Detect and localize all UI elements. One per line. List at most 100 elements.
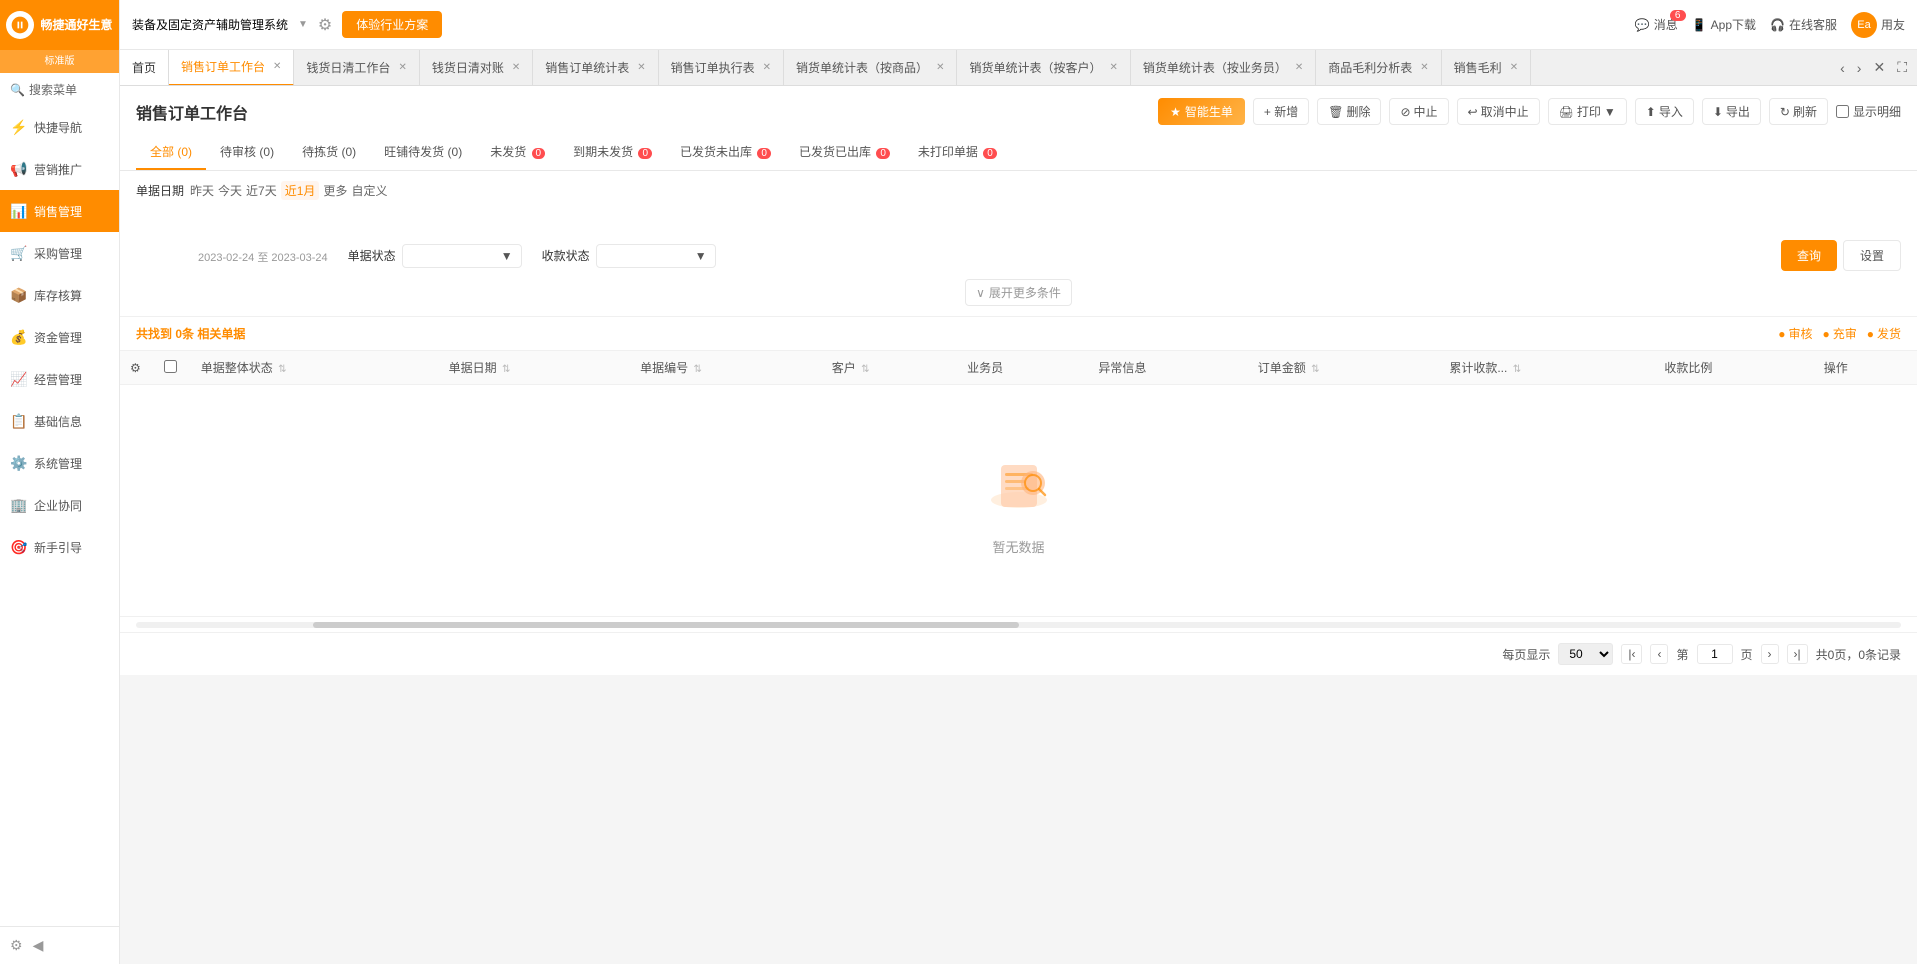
sidebar-item-quick-nav[interactable]: ⚡ 快捷导航 [0,106,119,148]
system-dropdown-icon[interactable]: ▼ [298,19,308,30]
ship-btn[interactable]: ● 发货 [1867,325,1901,342]
tabs-maximize[interactable]: ⛶ [1891,59,1913,76]
app-download-btn[interactable]: 📱 App下载 [1692,16,1756,33]
audit-btn[interactable]: ● 审核 [1778,325,1812,342]
col-status[interactable]: 单据整体状态 ⇅ [191,351,439,385]
sidebar-item-operations[interactable]: 📈 经营管理 [0,358,119,400]
tab-close-icon[interactable]: ✕ [936,62,944,73]
sidebar-item-purchase[interactable]: 🛒 采购管理 [0,232,119,274]
add-btn[interactable]: + 新增 [1253,98,1309,125]
col-customer[interactable]: 客户 ⇅ [822,351,957,385]
tab-sales-summary-customer[interactable]: 销货单统计表（按客户） ✕ [957,50,1130,86]
operations-icon: 📈 [10,370,28,388]
sub-tab-shipped-out[interactable]: 已发货已出库 0 [785,135,904,170]
cancel-suspend-btn[interactable]: ↩ 取消中止 [1457,98,1540,125]
shortcut-1month[interactable]: 近1月 [281,181,320,200]
col-settings[interactable]: ⚙ [120,351,151,385]
sub-tab-not-shipped[interactable]: 未发货 0 [476,135,559,170]
payment-select[interactable]: ▼ [596,244,716,268]
message-btn[interactable]: 💬 消息 6 [1635,16,1678,33]
tabs-arrow-right[interactable]: › [1851,60,1868,76]
col-received[interactable]: 累计收款... ⇅ [1439,351,1654,385]
show-detail-checkbox[interactable] [1836,105,1849,118]
set-btn[interactable]: 设置 [1843,240,1901,271]
col-amount[interactable]: 订单金额 ⇅ [1248,351,1440,385]
settings-bottom-icon[interactable]: ⚙ [10,937,23,954]
tab-close-icon[interactable]: ✕ [1510,62,1518,73]
tab-cash-daily[interactable]: 钱货日清工作台 ✕ [294,50,419,86]
tab-close-icon[interactable]: ✕ [273,61,281,72]
sidebar-item-basic[interactable]: 📋 基础信息 [0,400,119,442]
search-menu[interactable]: 🔍 搜索菜单 [0,73,119,106]
print-btn[interactable]: 🖨 打印 ▼ [1548,98,1627,125]
tab-margin-analysis[interactable]: 商品毛利分析表 ✕ [1316,50,1441,86]
sidebar-item-finance[interactable]: 💰 资金管理 [0,316,119,358]
tab-sales-summary-staff[interactable]: 销货单统计表（按业务员） ✕ [1131,50,1316,86]
tab-cash-reconcile[interactable]: 钱货日清对账 ✕ [420,50,533,86]
expand-filter-btn[interactable]: ∨ 展开更多条件 [965,279,1072,306]
page-next-btn[interactable]: › [1761,644,1779,664]
sidebar-item-guide[interactable]: 🎯 新手引导 [0,526,119,568]
shortcut-custom[interactable]: 自定义 [351,182,387,199]
sub-tab-pending-pickup[interactable]: 待拣货 (0) [288,135,370,170]
online-service-btn[interactable]: 🎧 在线客服 [1770,16,1837,33]
col-staff[interactable]: 业务员 [957,351,1088,385]
tab-close-icon[interactable]: ✕ [512,62,520,73]
sidebar-item-inventory[interactable]: 📦 库存核算 [0,274,119,316]
per-page-select[interactable]: 50 100 200 [1558,643,1613,665]
tab-close-icon[interactable]: ✕ [1420,62,1428,73]
shortcut-more[interactable]: 更多 [323,182,347,199]
collapse-icon[interactable]: ◀ [33,937,44,954]
sidebar-item-marketing[interactable]: 📢 营销推广 [0,148,119,190]
sub-tab-shipped-not-out[interactable]: 已发货未出库 0 [666,135,785,170]
cancel-audit-btn[interactable]: ● 充审 [1822,325,1856,342]
industry-btn[interactable]: 体验行业方案 [342,11,442,38]
sub-tab-wangpu[interactable]: 旺铺待发货 (0) [370,135,476,170]
tab-close-icon[interactable]: ✕ [398,62,406,73]
horizontal-scrollbar[interactable] [120,616,1917,632]
col-number[interactable]: 单据编号 ⇅ [630,351,822,385]
shortcut-7days[interactable]: 近7天 [246,182,277,199]
tabs-close-all[interactable]: ✕ [1867,59,1891,76]
sub-tab-expired-not-shipped[interactable]: 到期未发货 0 [559,135,666,170]
sidebar-item-system[interactable]: ⚙️ 系统管理 [0,442,119,484]
col-exception[interactable]: 异常信息 [1088,351,1247,385]
page-prev-btn[interactable]: ‹ [1650,644,1668,664]
topbar-settings-icon[interactable]: ⚙ [318,15,332,35]
scrollbar-thumb[interactable] [313,622,1019,628]
delete-btn[interactable]: 🗑 删除 [1317,98,1381,125]
sub-tab-all[interactable]: 全部 (0) [136,135,206,170]
tab-close-icon[interactable]: ✕ [763,62,771,73]
sub-tab-pending-review[interactable]: 待审核 (0) [206,135,288,170]
col-checkbox[interactable] [151,351,191,385]
tab-sales-exec[interactable]: 销售订单执行表 ✕ [659,50,784,86]
user-menu[interactable]: Ea 用友 [1851,12,1905,38]
import-btn[interactable]: ⬆ 导入 [1635,98,1694,125]
page-last-btn[interactable]: ›| [1787,644,1808,664]
query-btn[interactable]: 查询 [1781,240,1837,271]
tab-close-icon[interactable]: ✕ [1295,62,1303,73]
shortcut-today[interactable]: 今天 [218,182,242,199]
tab-sales-profit[interactable]: 销售毛利 ✕ [1442,50,1531,86]
tab-sales-stats[interactable]: 销售订单统计表 ✕ [533,50,658,86]
tab-sales-order-workbench[interactable]: 销售订单工作台 ✕ [169,50,294,86]
show-detail-toggle[interactable]: 显示明细 [1836,103,1901,120]
select-all-checkbox[interactable] [164,360,177,373]
tab-close-icon[interactable]: ✕ [1109,62,1117,73]
tab-sales-summary-product[interactable]: 销货单统计表（按商品） ✕ [784,50,957,86]
status-select[interactable]: ▼ [402,244,522,268]
refresh-btn[interactable]: ↻ 刷新 [1769,98,1828,125]
tab-home[interactable]: 首页 [120,50,169,86]
tabs-arrow-left[interactable]: ‹ [1834,60,1851,76]
sub-tab-not-printed[interactable]: 未打印单据 0 [904,135,1011,170]
page-input[interactable] [1697,644,1733,664]
ai-gen-btn[interactable]: ★ 智能生单 [1158,98,1245,125]
sidebar-item-sales[interactable]: 📊 销售管理 [0,190,119,232]
export-btn[interactable]: ⬇ 导出 [1702,98,1761,125]
shortcut-yesterday[interactable]: 昨天 [190,182,214,199]
page-first-btn[interactable]: |‹ [1621,644,1642,664]
tab-close-icon[interactable]: ✕ [637,62,645,73]
suspend-btn[interactable]: ⊘ 中止 [1389,98,1448,125]
sidebar-item-company[interactable]: 🏢 企业协同 [0,484,119,526]
col-date[interactable]: 单据日期 ⇅ [439,351,631,385]
